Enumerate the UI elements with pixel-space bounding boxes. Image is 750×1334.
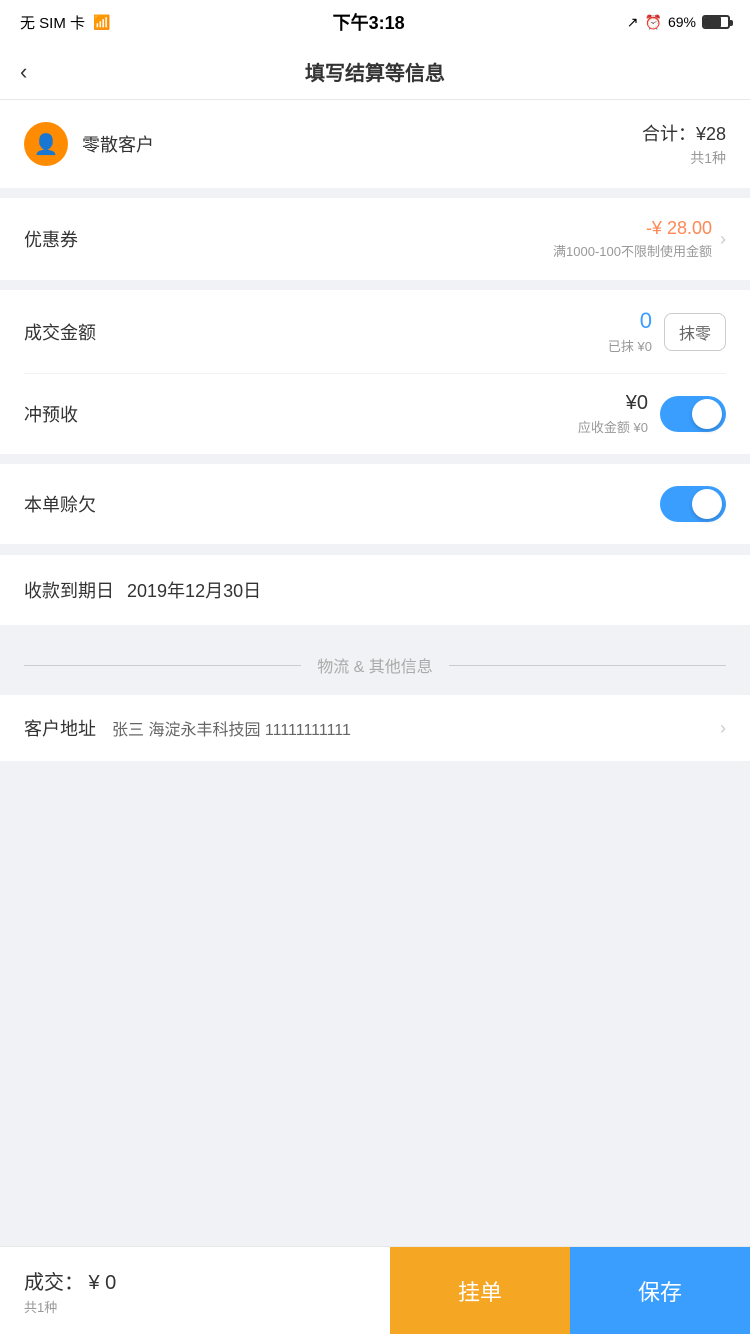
deal-amount-label: 成交金额 xyxy=(24,319,96,345)
address-label: 客户地址 xyxy=(24,715,104,741)
prereceive-amount-group: ¥0 应收金额 ¥0 xyxy=(578,392,648,436)
page-title: 填写结算等信息 xyxy=(305,57,445,86)
divider-line-left xyxy=(24,665,301,666)
back-button[interactable]: ‹ xyxy=(20,59,27,85)
wifi-icon: 📶 xyxy=(93,14,110,31)
already-rounded: 已抹 ¥0 xyxy=(608,336,652,355)
debt-section: 本单赊欠 xyxy=(0,464,750,544)
coupon-discount: -¥ 28.00 xyxy=(553,218,712,239)
coupon-right: -¥ 28.00 满1000-100不限制使用金额 › xyxy=(553,218,726,260)
amount-group: 0 已抹 ¥0 xyxy=(608,308,652,355)
prereceive-right: ¥0 应收金额 ¥0 xyxy=(578,392,726,436)
coupon-card: 优惠券 -¥ 28.00 满1000-100不限制使用金额 › xyxy=(0,198,750,280)
battery-percent: 69% xyxy=(668,14,696,30)
debt-toggle[interactable] xyxy=(660,486,726,522)
battery-icon xyxy=(702,15,730,29)
coupon-row[interactable]: 优惠券 -¥ 28.00 满1000-100不限制使用金额 › xyxy=(0,198,750,280)
prereceive-label: 冲预收 xyxy=(24,401,78,427)
address-chevron-icon: › xyxy=(720,718,726,739)
address-row[interactable]: 客户地址 张三 海淀永丰科技园 11111111111 › xyxy=(0,695,750,761)
content-area: 👤 零散客户 合计：¥28 共1种 优惠券 -¥ 28.00 满1000-100… xyxy=(0,100,750,861)
deal-amount-row: 成交金额 0 已抹 ¥0 抹零 xyxy=(24,290,726,374)
status-time: 下午3:18 xyxy=(333,9,405,35)
round-button[interactable]: 抹零 xyxy=(664,313,726,351)
toggle-knob xyxy=(692,399,722,429)
location-icon: ↗ xyxy=(627,14,639,31)
avatar-icon: 👤 xyxy=(34,132,59,157)
deal-amount: ¥ 0 xyxy=(88,1272,116,1294)
customer-row: 👤 零散客户 合计：¥28 共1种 xyxy=(0,100,750,188)
bottom-deal: 成交： ¥ 0 xyxy=(24,1266,366,1295)
total-amount: 合计：¥28 xyxy=(642,120,726,146)
save-button[interactable]: 保存 xyxy=(570,1247,750,1334)
logistics-label: 物流 & 其他信息 xyxy=(301,653,449,677)
debt-toggle-knob xyxy=(692,489,722,519)
total-count: 共1种 xyxy=(642,148,726,168)
nav-bar: ‹ 填写结算等信息 xyxy=(0,44,750,100)
bottom-bar: 成交： ¥ 0 共1种 挂单 保存 xyxy=(0,1246,750,1334)
status-right: ↗ ⏰ 69% xyxy=(627,14,730,31)
due-date-row: 收款到期日 2019年12月30日 xyxy=(0,554,750,625)
due-date-label: 收款到期日 xyxy=(24,581,114,601)
hold-button[interactable]: 挂单 xyxy=(390,1247,570,1334)
address-card: 客户地址 张三 海淀永丰科技园 11111111111 › xyxy=(0,695,750,761)
prereceive-amount: ¥0 xyxy=(578,392,648,415)
coupon-info: -¥ 28.00 满1000-100不限制使用金额 xyxy=(553,218,712,260)
chevron-right-icon: › xyxy=(720,229,726,250)
debt-row: 本单赊欠 xyxy=(24,464,726,544)
divider-line-right xyxy=(449,665,726,666)
customer-total: 合计：¥28 共1种 xyxy=(642,120,726,168)
prereceive-sub: 应收金额 ¥0 xyxy=(578,417,648,436)
deal-amount-value: 0 xyxy=(608,308,652,334)
customer-avatar: 👤 xyxy=(24,122,68,166)
status-left: 无 SIM 卡 📶 xyxy=(20,12,110,33)
prereceive-row: 冲预收 ¥0 应收金额 ¥0 xyxy=(24,374,726,454)
customer-name: 零散客户 xyxy=(82,131,154,157)
logistics-divider: 物流 & 其他信息 xyxy=(0,635,750,695)
sim-indicator: 无 SIM 卡 xyxy=(20,12,85,33)
bottom-info: 成交： ¥ 0 共1种 xyxy=(0,1266,390,1316)
customer-card: 👤 零散客户 合计：¥28 共1种 xyxy=(0,100,750,188)
status-bar: 无 SIM 卡 📶 下午3:18 ↗ ⏰ 69% xyxy=(0,0,750,44)
coupon-label: 优惠券 xyxy=(24,226,78,252)
deal-label: 成交： xyxy=(24,1272,84,1294)
debt-label: 本单赊欠 xyxy=(24,491,96,517)
address-value: 张三 海淀永丰科技园 11111111111 xyxy=(112,716,720,740)
customer-info: 👤 零散客户 xyxy=(24,122,154,166)
deal-amount-right: 0 已抹 ¥0 抹零 xyxy=(608,308,726,355)
bottom-buttons: 挂单 保存 xyxy=(390,1247,750,1334)
bottom-count: 共1种 xyxy=(24,1297,366,1316)
alarm-icon: ⏰ xyxy=(645,14,662,31)
coupon-desc: 满1000-100不限制使用金额 xyxy=(553,241,712,260)
prereceive-toggle[interactable] xyxy=(660,396,726,432)
due-date-value: 2019年12月30日 xyxy=(127,581,261,601)
logistics-section: 物流 & 其他信息 xyxy=(0,635,750,695)
transaction-section: 成交金额 0 已抹 ¥0 抹零 冲预收 ¥0 应收金额 ¥0 xyxy=(0,290,750,454)
